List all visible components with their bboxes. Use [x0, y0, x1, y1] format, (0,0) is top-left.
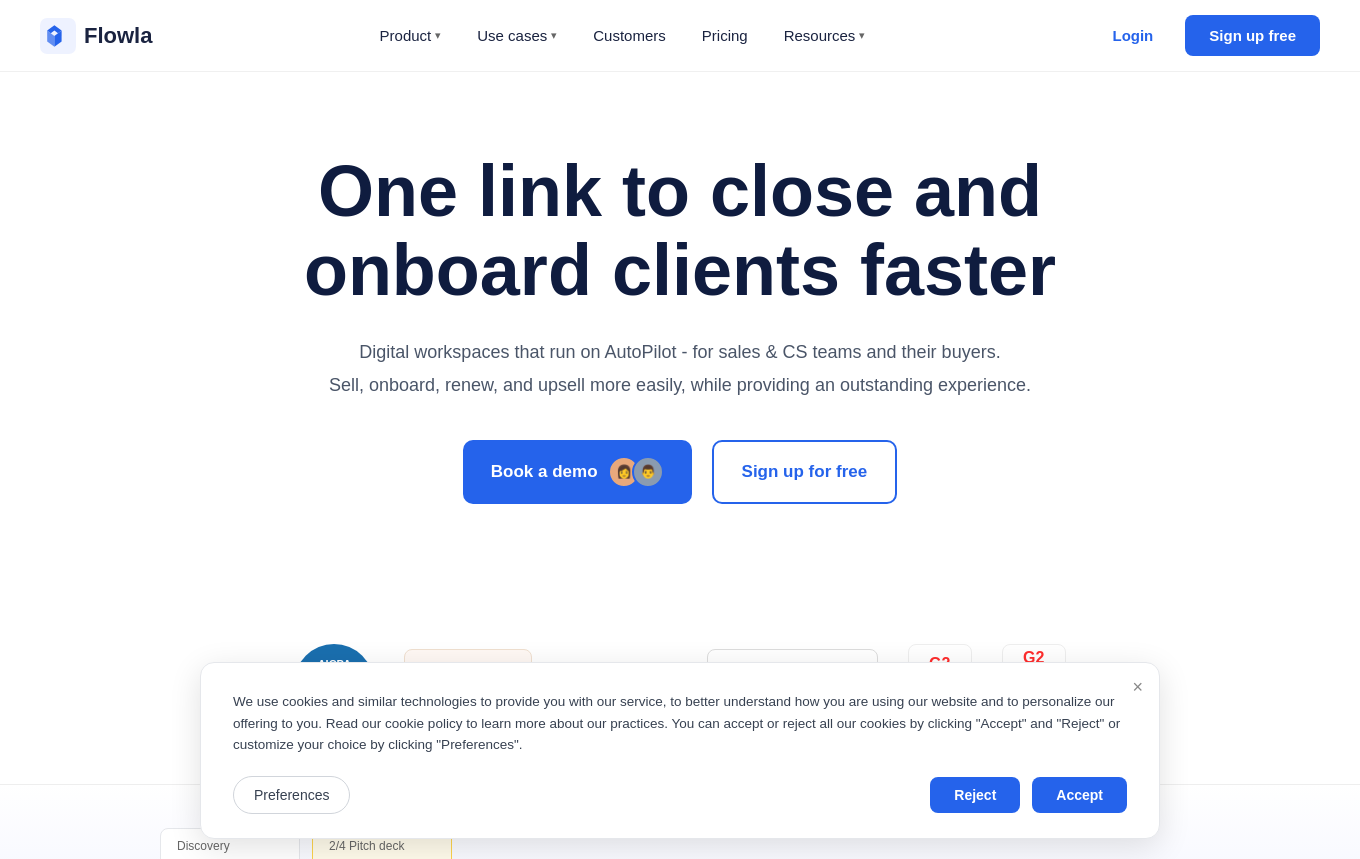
nav-product[interactable]: Product ▾ — [366, 19, 456, 52]
chevron-down-icon: ▾ — [859, 29, 865, 42]
login-button[interactable]: Login — [1092, 17, 1173, 54]
preferences-button[interactable]: Preferences — [233, 776, 350, 814]
accept-button[interactable]: Accept — [1032, 777, 1127, 813]
cookie-actions: Preferences Reject Accept — [233, 776, 1127, 814]
nav-links: Product ▾ Use cases ▾ Customers Pricing … — [366, 19, 880, 52]
hero-section: One link to close and onboard clients fa… — [230, 72, 1130, 624]
nav-actions: Login Sign up free — [1092, 15, 1320, 56]
signup-free-button[interactable]: Sign up for free — [712, 440, 898, 504]
chevron-down-icon: ▾ — [435, 29, 441, 42]
reject-button[interactable]: Reject — [930, 777, 1020, 813]
hero-buttons: Book a demo 👩 👨 Sign up for free — [270, 440, 1090, 504]
logo[interactable]: Flowla — [40, 18, 152, 54]
cookie-text: We use cookies and similar technologies … — [233, 691, 1127, 756]
hero-subtitle: Digital workspaces that run on AutoPilot… — [270, 338, 1090, 400]
hero-title: One link to close and onboard clients fa… — [270, 152, 1090, 310]
chevron-down-icon: ▾ — [551, 29, 557, 42]
cookie-banner: × We use cookies and similar technologie… — [200, 662, 1160, 839]
nav-resources[interactable]: Resources ▾ — [770, 19, 880, 52]
cookie-close-button[interactable]: × — [1132, 677, 1143, 698]
signup-button[interactable]: Sign up free — [1185, 15, 1320, 56]
nav-customers[interactable]: Customers — [579, 19, 680, 52]
demo-avatars: 👩 👨 — [608, 456, 664, 488]
nav-pricing[interactable]: Pricing — [688, 19, 762, 52]
avatar: 👨 — [632, 456, 664, 488]
navbar: Flowla Product ▾ Use cases ▾ Customers P… — [0, 0, 1360, 72]
nav-use-cases[interactable]: Use cases ▾ — [463, 19, 571, 52]
cookie-overlay: × We use cookies and similar technologie… — [0, 662, 1360, 859]
book-demo-button[interactable]: Book a demo 👩 👨 — [463, 440, 692, 504]
logo-text: Flowla — [84, 23, 152, 49]
